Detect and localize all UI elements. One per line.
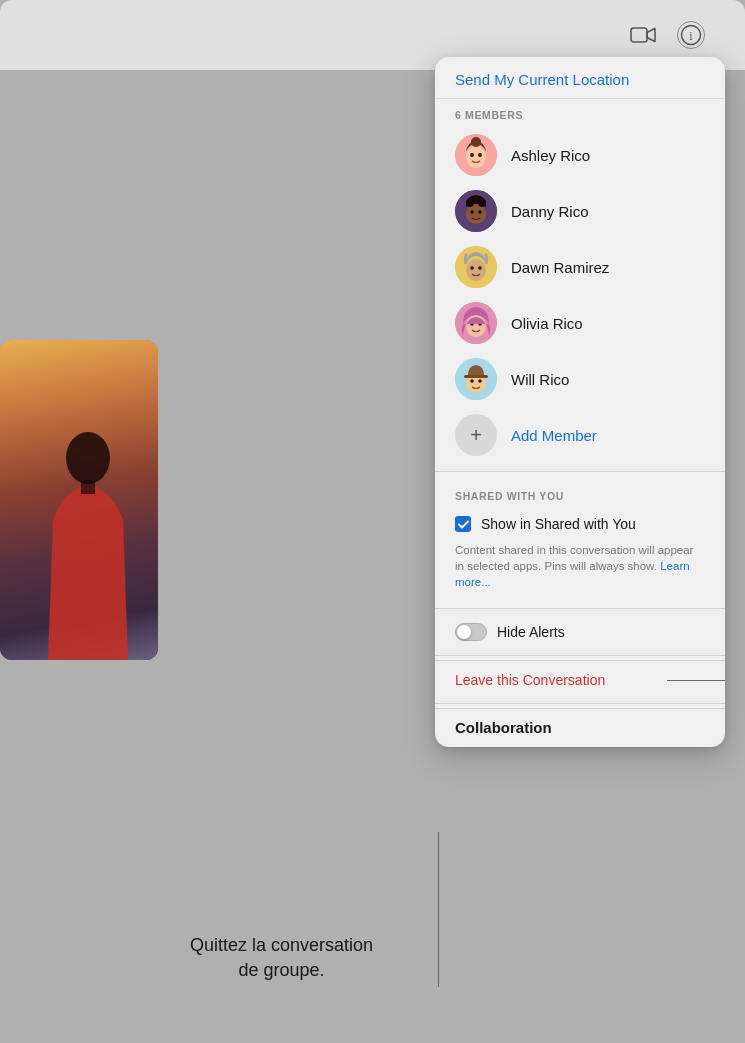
info-icon[interactable]: i bbox=[677, 21, 705, 49]
svg-point-13 bbox=[478, 210, 482, 214]
annotation-line-indicator bbox=[667, 680, 725, 681]
svg-point-6 bbox=[466, 146, 486, 168]
svg-point-18 bbox=[466, 259, 486, 281]
divider-2 bbox=[435, 608, 725, 609]
member-name-danny: Danny Rico bbox=[511, 203, 589, 220]
svg-point-20 bbox=[478, 266, 482, 270]
svg-point-12 bbox=[470, 210, 474, 214]
svg-point-9 bbox=[471, 137, 481, 147]
avatar-ashley bbox=[455, 134, 497, 176]
annotation-line1: Quittez la conversation bbox=[190, 933, 373, 958]
members-section-label: 6 Members bbox=[435, 99, 725, 127]
member-list: Ashley Rico bbox=[435, 127, 725, 467]
member-item-ashley[interactable]: Ashley Rico bbox=[435, 127, 725, 183]
svg-point-28 bbox=[478, 379, 482, 383]
leave-row: Leave this Conversation bbox=[435, 660, 725, 699]
svg-point-27 bbox=[470, 379, 474, 383]
member-name-ashley: Ashley Rico bbox=[511, 147, 590, 164]
hide-alerts-label: Hide Alerts bbox=[497, 624, 565, 640]
member-item-danny[interactable]: Danny Rico bbox=[435, 183, 725, 239]
vertical-annotation-line bbox=[438, 832, 439, 987]
shared-with-you-section: Shared with You Show in Shared with You … bbox=[435, 476, 725, 604]
divider-1 bbox=[435, 471, 725, 472]
avatar-danny bbox=[455, 190, 497, 232]
leave-conversation-button[interactable]: Leave this Conversation bbox=[455, 672, 605, 688]
annotation-callout: Quittez la conversation de groupe. bbox=[190, 933, 373, 983]
svg-rect-1 bbox=[81, 480, 95, 494]
video-call-icon[interactable] bbox=[629, 21, 657, 49]
collaboration-label: Collaboration bbox=[455, 719, 552, 736]
svg-point-16 bbox=[478, 199, 486, 207]
svg-point-19 bbox=[470, 266, 474, 270]
add-member-button[interactable]: + Add Member bbox=[435, 407, 725, 463]
person-silhouette bbox=[43, 420, 133, 660]
member-item-dawn[interactable]: Dawn Ramirez bbox=[435, 239, 725, 295]
member-name-olivia: Olivia Rico bbox=[511, 315, 583, 332]
member-name-will: Will Rico bbox=[511, 371, 569, 388]
shared-section-label: Shared with You bbox=[435, 480, 725, 508]
svg-text:i: i bbox=[689, 29, 693, 43]
member-item-olivia[interactable]: Olivia Rico bbox=[435, 295, 725, 351]
show-in-shared-checkbox[interactable] bbox=[455, 516, 471, 532]
avatar-will bbox=[455, 358, 497, 400]
svg-rect-2 bbox=[631, 28, 647, 42]
member-item-will[interactable]: Will Rico bbox=[435, 351, 725, 407]
add-member-label: Add Member bbox=[511, 427, 597, 444]
add-circle-icon: + bbox=[455, 414, 497, 456]
hide-alerts-toggle[interactable] bbox=[455, 623, 487, 641]
divider-4 bbox=[435, 703, 725, 704]
photo-thumbnail bbox=[0, 340, 158, 660]
show-in-shared-label: Show in Shared with You bbox=[481, 516, 636, 532]
avatar-dawn bbox=[455, 246, 497, 288]
svg-point-0 bbox=[66, 432, 110, 484]
svg-rect-29 bbox=[464, 375, 488, 378]
show-in-shared-row[interactable]: Show in Shared with You bbox=[435, 508, 725, 540]
svg-point-11 bbox=[466, 204, 486, 224]
avatar-olivia bbox=[455, 302, 497, 344]
divider-3 bbox=[435, 655, 725, 656]
collaboration-row[interactable]: Collaboration bbox=[435, 708, 725, 747]
send-location-button[interactable]: Send My Current Location bbox=[435, 57, 725, 99]
member-name-dawn: Dawn Ramirez bbox=[511, 259, 609, 276]
hide-alerts-row[interactable]: Hide Alerts bbox=[435, 613, 725, 651]
shared-description: Content shared in this conversation will… bbox=[435, 540, 725, 600]
svg-point-7 bbox=[470, 153, 474, 157]
annotation-line2: de groupe. bbox=[190, 958, 373, 983]
popover-panel: Send My Current Location 6 Members bbox=[435, 57, 725, 747]
svg-point-8 bbox=[478, 153, 482, 157]
